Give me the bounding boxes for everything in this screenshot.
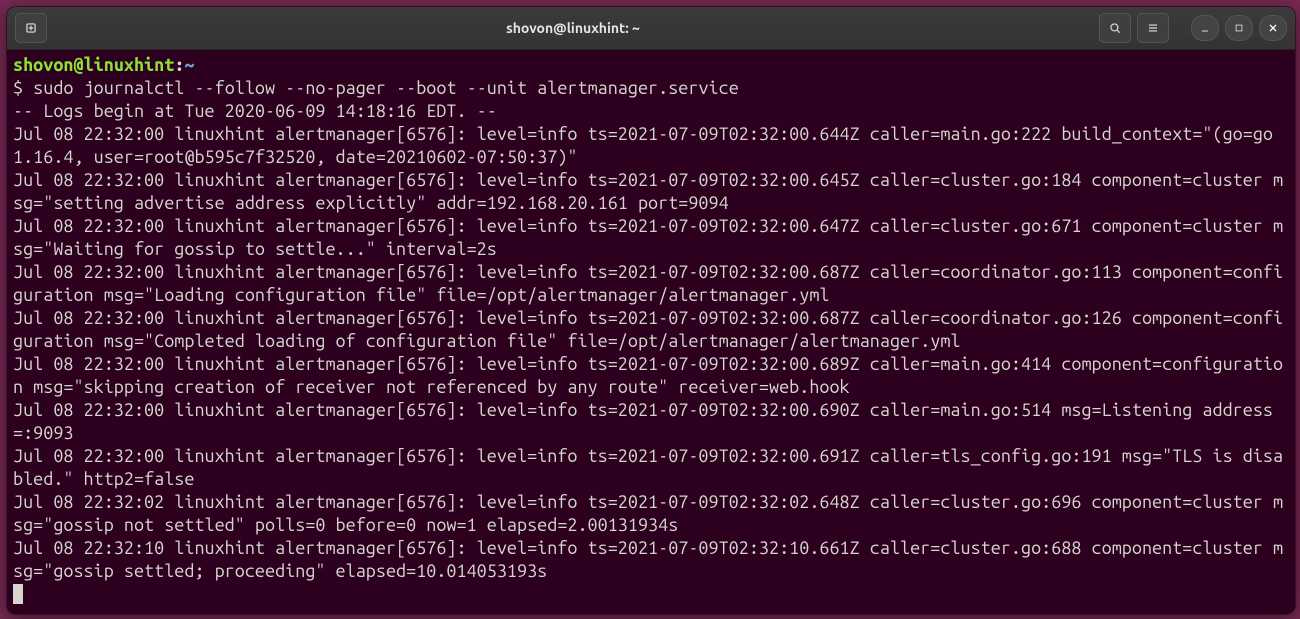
minimize-button[interactable] xyxy=(1191,15,1219,41)
hamburger-icon xyxy=(1146,21,1160,35)
new-tab-button[interactable] xyxy=(15,13,47,43)
minimize-icon xyxy=(1199,22,1211,34)
log-line: Jul 08 22:32:00 linuxhint alertmanager[6… xyxy=(13,124,1273,167)
prompt-at: @ xyxy=(73,55,83,75)
prompt-path: ~ xyxy=(184,55,194,75)
log-line: Jul 08 22:32:00 linuxhint alertmanager[6… xyxy=(13,216,1283,259)
search-button[interactable] xyxy=(1099,13,1131,43)
log-line: Jul 08 22:32:00 linuxhint alertmanager[6… xyxy=(13,308,1283,351)
log-line: Jul 08 22:32:00 linuxhint alertmanager[6… xyxy=(13,400,1273,443)
prompt-user: shovon xyxy=(13,55,73,75)
log-line: Jul 08 22:32:00 linuxhint alertmanager[6… xyxy=(13,354,1283,397)
terminal-cursor xyxy=(13,584,23,604)
log-line: Jul 08 22:32:00 linuxhint alertmanager[6… xyxy=(13,170,1283,213)
log-line: Jul 08 22:32:00 linuxhint alertmanager[6… xyxy=(13,446,1283,489)
maximize-icon xyxy=(1234,23,1244,33)
maximize-button[interactable] xyxy=(1225,15,1253,41)
close-button[interactable] xyxy=(1259,15,1287,41)
prompt-host: linuxhint xyxy=(84,55,175,75)
hamburger-menu-button[interactable] xyxy=(1137,13,1169,43)
log-line: -- Logs begin at Tue 2020-06-09 14:18:16… xyxy=(13,101,497,121)
close-icon xyxy=(1267,22,1279,34)
search-icon xyxy=(1108,21,1122,35)
titlebar: shovon@linuxhint: ~ xyxy=(7,7,1295,50)
terminal-body[interactable]: shovon@linuxhint:~ $ sudo journalctl --f… xyxy=(7,50,1295,614)
log-line: Jul 08 22:32:10 linuxhint alertmanager[6… xyxy=(13,538,1283,581)
terminal-window: shovon@linuxhint: ~ shovon@linuxhint:~ $… xyxy=(6,6,1296,615)
new-tab-icon xyxy=(24,21,38,35)
prompt-colon: : xyxy=(174,55,184,75)
command-text: sudo journalctl --follow --no-pager --bo… xyxy=(33,78,739,98)
prompt-dollar: $ xyxy=(13,78,33,98)
log-line: Jul 08 22:32:00 linuxhint alertmanager[6… xyxy=(13,262,1283,305)
log-line: Jul 08 22:32:02 linuxhint alertmanager[6… xyxy=(13,492,1283,535)
window-title: shovon@linuxhint: ~ xyxy=(53,20,1093,36)
